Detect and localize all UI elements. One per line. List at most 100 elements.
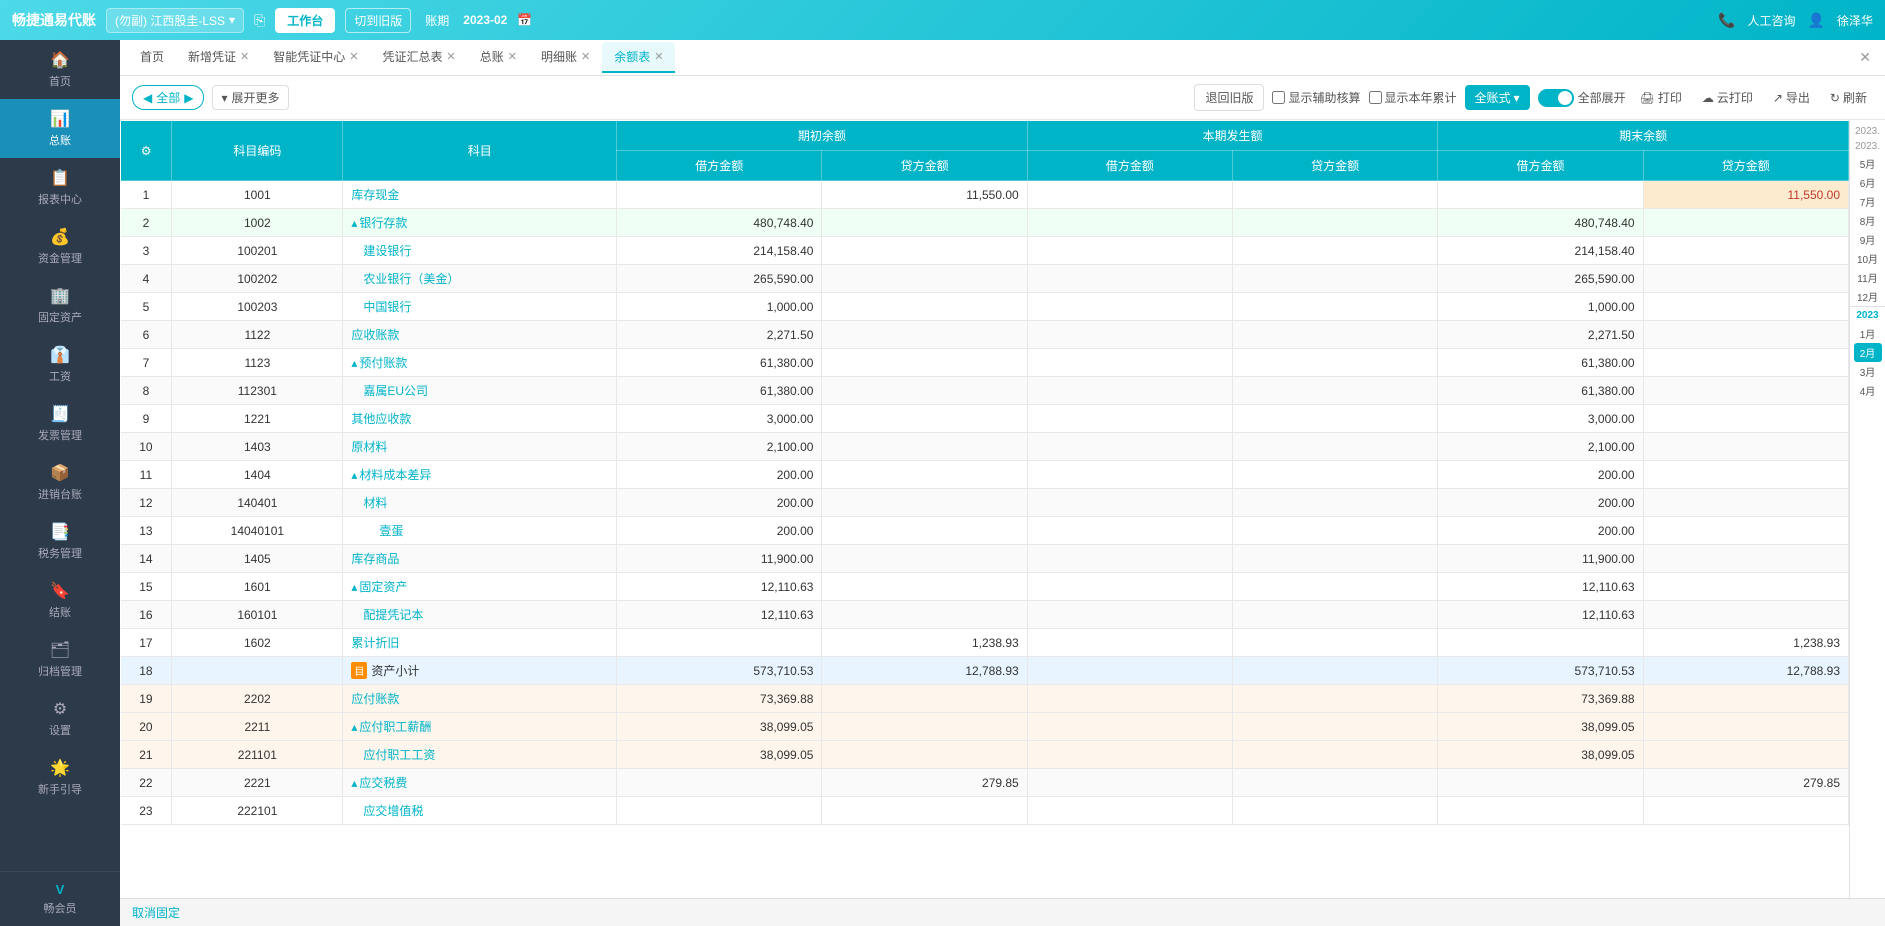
cell-name[interactable]: ▴固定资产 (343, 573, 617, 601)
tab-detail-ledger[interactable]: 明细账 ✕ (529, 42, 602, 73)
breadcrumb-all[interactable]: ◀ 全部 ▶ (132, 85, 204, 110)
cell-name[interactable]: ▴预付账款 (343, 349, 617, 377)
expand-row-icon[interactable]: ▴ (351, 720, 357, 734)
account-link[interactable]: 应付账款 (351, 692, 399, 706)
show-aux-checkbox[interactable]: 显示辅助核算 (1272, 89, 1360, 106)
cell-name[interactable]: 库存现金 (343, 181, 617, 209)
tab-smart-voucher[interactable]: 智能凭证中心 ✕ (261, 42, 370, 73)
copy-icon[interactable]: ⎘ (254, 12, 265, 29)
sidebar-item-invoice[interactable]: 🧾 发票管理 (0, 394, 120, 453)
cell-name[interactable]: 原材料 (343, 433, 617, 461)
export-button[interactable]: ↗ 导出 (1767, 86, 1816, 109)
print-button[interactable]: 🖨 打印 (1634, 86, 1688, 109)
account-link[interactable]: 材料 (363, 496, 387, 510)
sidebar-item-member[interactable]: V 畅会员 (0, 871, 120, 926)
account-link[interactable]: 预付账款 (359, 356, 407, 370)
switch-old-button[interactable]: 切到旧版 (345, 8, 411, 33)
account-link[interactable]: 应付职工工资 (363, 748, 435, 762)
cell-name[interactable]: 库存商品 (343, 545, 617, 573)
tab-voucher-summary[interactable]: 凭证汇总表 ✕ (370, 42, 467, 73)
unpin-button[interactable]: 取消固定 (132, 904, 180, 921)
cell-name[interactable]: 中国银行 (343, 293, 617, 321)
cell-name[interactable]: 建设银行 (343, 237, 617, 265)
month-11[interactable]: 11月 (1854, 268, 1882, 287)
tab-home[interactable]: 首页 (128, 42, 176, 73)
month-2[interactable]: 2月 (1854, 343, 1882, 362)
cell-name[interactable]: ▴应交税费 (343, 769, 617, 797)
tab-bar-close-button[interactable]: ✕ (1853, 49, 1877, 66)
cell-name[interactable]: 嘉属EU公司 (343, 377, 617, 405)
sidebar-item-ledger[interactable]: 📊 总账 (0, 99, 120, 158)
account-link[interactable]: 应收账款 (351, 328, 399, 342)
calendar-icon[interactable]: 📅 (517, 13, 532, 27)
tab-general-ledger-close[interactable]: ✕ (508, 50, 517, 63)
expand-row-icon[interactable]: ▴ (351, 580, 357, 594)
cell-name[interactable]: 应付账款 (343, 685, 617, 713)
account-link[interactable]: 原材料 (351, 440, 387, 454)
full-style-button[interactable]: 全账式 ▾ (1465, 85, 1530, 110)
account-link[interactable]: 材料成本差异 (359, 468, 431, 482)
tab-smart-voucher-close[interactable]: ✕ (349, 50, 358, 63)
return-old-button[interactable]: 退回旧版 (1194, 84, 1264, 111)
account-link[interactable]: 建设银行 (363, 244, 411, 258)
ytd-checkbox-input[interactable] (1369, 91, 1382, 104)
user-name[interactable]: 徐泽华 (1837, 12, 1873, 29)
company-selector[interactable]: (勿副) 江西股圭-LSS ▾ (106, 8, 244, 33)
tab-new-voucher[interactable]: 新增凭证 ✕ (176, 42, 261, 73)
sidebar-item-closing[interactable]: 🔖 结账 (0, 571, 120, 630)
month-8[interactable]: 8月 (1854, 211, 1882, 230)
sidebar-item-funds[interactable]: 💰 资金管理 (0, 217, 120, 276)
workbench-button[interactable]: 工作台 (275, 8, 335, 33)
refresh-button[interactable]: ↻ 刷新 (1824, 86, 1873, 109)
month-3[interactable]: 3月 (1854, 362, 1882, 381)
cloud-print-button[interactable]: ☁ 云打印 (1696, 86, 1759, 109)
account-link[interactable]: 固定资产 (359, 580, 407, 594)
account-link[interactable]: 库存现金 (351, 188, 399, 202)
tab-new-voucher-close[interactable]: ✕ (240, 50, 249, 63)
sidebar-item-settings[interactable]: ⚙ 设置 (0, 689, 120, 748)
account-link[interactable]: 中国银行 (363, 300, 411, 314)
cell-name[interactable]: ▴材料成本差异 (343, 461, 617, 489)
tab-general-ledger[interactable]: 总账 ✕ (468, 42, 529, 73)
cell-name[interactable]: 应交增值税 (343, 797, 617, 825)
account-link[interactable]: 农业银行（美金） (363, 272, 459, 286)
month-9[interactable]: 9月 (1854, 230, 1882, 249)
cell-name[interactable]: 应付职工工资 (343, 741, 617, 769)
expand-more-button[interactable]: ▾ 展开更多 (212, 85, 288, 110)
account-link[interactable]: 应付职工薪酬 (359, 720, 431, 734)
account-link[interactable]: 累计折旧 (351, 636, 399, 650)
expand-row-icon[interactable]: ▴ (351, 776, 357, 790)
tab-balance[interactable]: 余额表 ✕ (602, 42, 675, 73)
account-link[interactable]: 嘉属EU公司 (363, 384, 428, 398)
cell-name[interactable]: 材料 (343, 489, 617, 517)
tab-balance-close[interactable]: ✕ (654, 50, 663, 63)
account-link[interactable]: 银行存款 (359, 216, 407, 230)
month-4[interactable]: 4月 (1854, 381, 1882, 400)
sidebar-item-trade[interactable]: 📦 进销台账 (0, 453, 120, 512)
expand-row-icon[interactable]: ▴ (351, 356, 357, 370)
account-link[interactable]: 应交增值税 (363, 804, 423, 818)
cell-name[interactable]: 配提凭记本 (343, 601, 617, 629)
cell-name[interactable]: 其他应收款 (343, 405, 617, 433)
sidebar-item-guide[interactable]: 🌟 新手引导 (0, 748, 120, 807)
month-1[interactable]: 1月 (1854, 324, 1882, 343)
cell-name[interactable]: 应收账款 (343, 321, 617, 349)
month-7[interactable]: 7月 (1854, 192, 1882, 211)
month-10[interactable]: 10月 (1854, 249, 1882, 268)
consult-label[interactable]: 人工咨询 (1748, 12, 1796, 29)
account-link[interactable]: 应交税费 (359, 776, 407, 790)
expand-row-icon[interactable]: ▴ (351, 216, 357, 230)
sidebar-item-home[interactable]: 🏠 首页 (0, 40, 120, 99)
aux-checkbox-input[interactable] (1272, 91, 1285, 104)
show-ytd-checkbox[interactable]: 显示本年累计 (1369, 89, 1457, 106)
account-link[interactable]: 壹蛋 (379, 524, 403, 538)
month-12[interactable]: 12月 (1854, 287, 1882, 306)
toggle-track[interactable] (1538, 89, 1574, 107)
sidebar-item-archive[interactable]: 🗂 归档管理 (0, 630, 120, 689)
cell-name[interactable]: 农业银行（美金） (343, 265, 617, 293)
sidebar-item-reports[interactable]: 📋 报表中心 (0, 158, 120, 217)
sidebar-item-assets[interactable]: 🏢 固定资产 (0, 276, 120, 335)
cell-name[interactable]: 累计折旧 (343, 629, 617, 657)
cell-name[interactable]: 壹蛋 (343, 517, 617, 545)
tab-voucher-summary-close[interactable]: ✕ (447, 50, 456, 63)
